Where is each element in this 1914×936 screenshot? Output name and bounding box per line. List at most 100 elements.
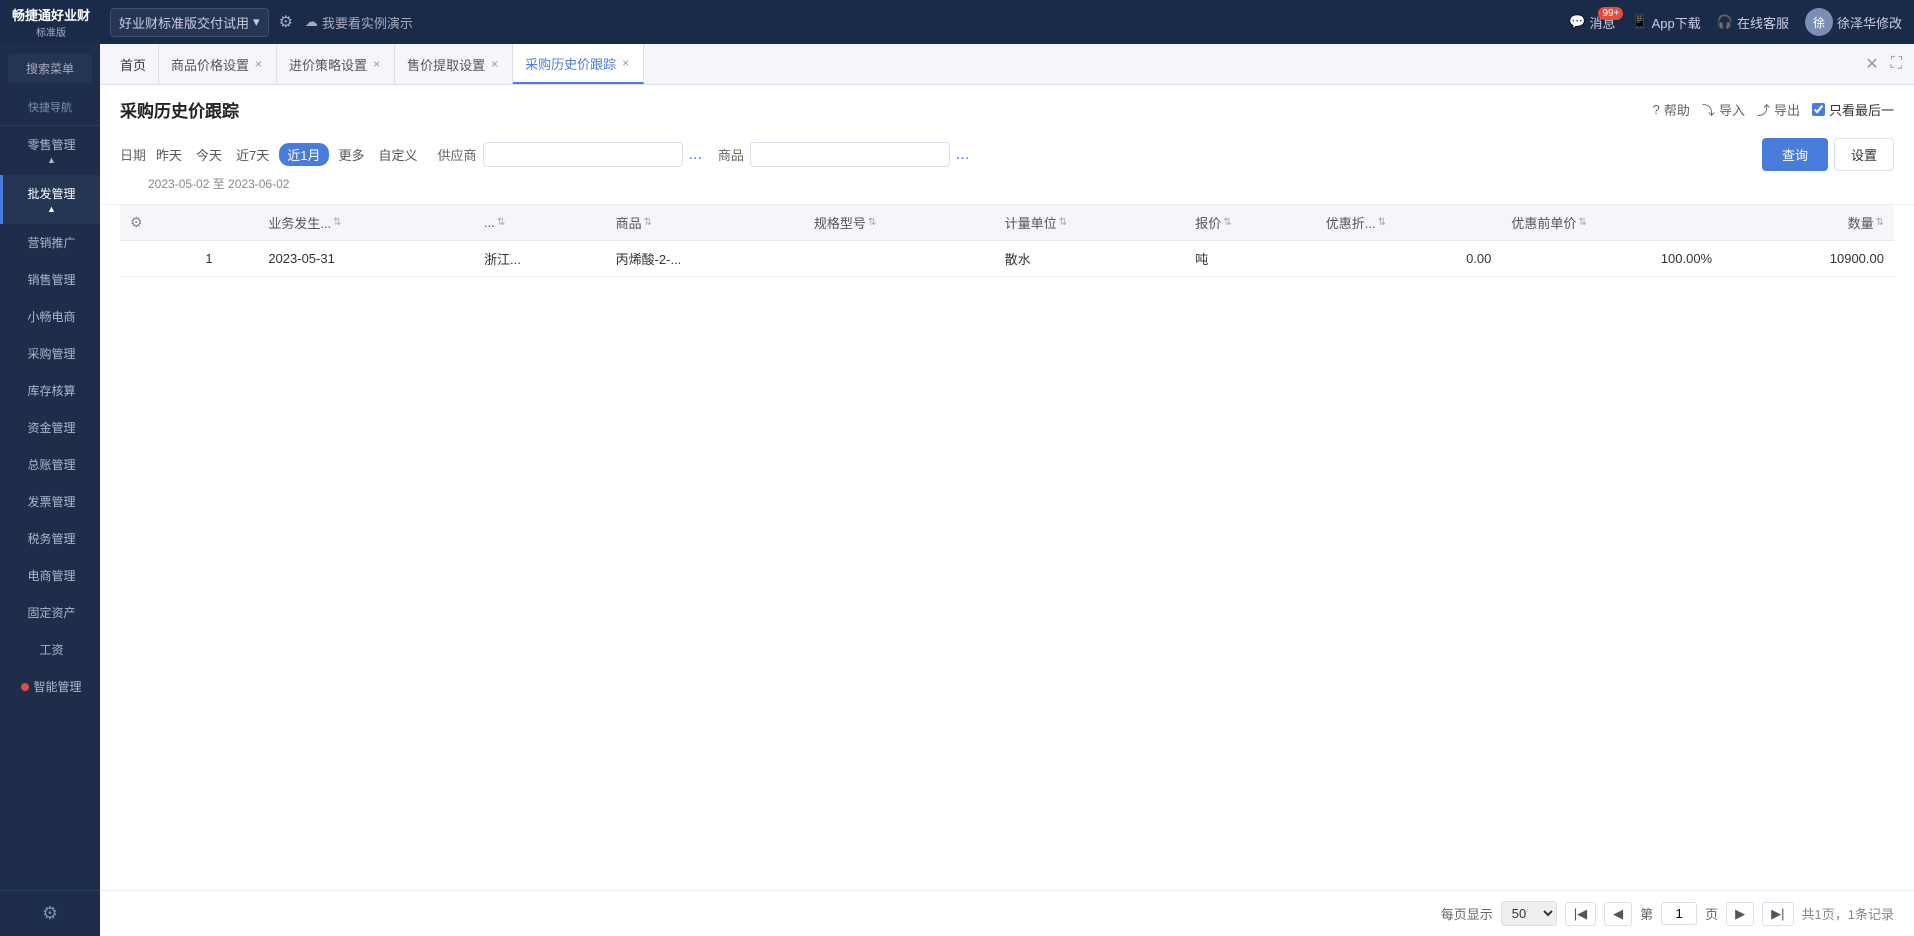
date-7days-btn[interactable]: 近7天 xyxy=(232,143,273,166)
search-menu-button[interactable]: 搜索菜单 xyxy=(8,54,92,83)
col-product-sort[interactable]: 商品 ⇅ xyxy=(616,213,652,232)
date-yesterday-btn[interactable]: 昨天 xyxy=(152,143,186,166)
sidebar-item-invoice[interactable]: 发票管理 xyxy=(0,483,100,520)
tab-purchase-strategy[interactable]: 进价策略设置 × xyxy=(277,44,395,84)
sort-date-icon: ⇅ xyxy=(333,217,341,228)
payroll-label: 工资 xyxy=(39,641,63,658)
sidebar-item-wholesale[interactable]: 批发管理 ▲ xyxy=(0,175,100,224)
date-today-btn[interactable]: 今天 xyxy=(192,143,226,166)
product-input[interactable] xyxy=(750,142,950,167)
app-download-button[interactable]: 📱 App下载 xyxy=(1631,13,1700,32)
col-quantity-sort[interactable]: 数量 ⇅ xyxy=(1848,213,1884,232)
date-custom-btn[interactable]: 自定义 xyxy=(375,143,422,166)
date-more-btn[interactable]: 更多 xyxy=(335,143,369,166)
export-label: 导出 xyxy=(1774,100,1800,119)
col-price-sort[interactable]: 报价 ⇅ xyxy=(1195,213,1231,232)
online-service-button[interactable]: 🎧 在线客服 xyxy=(1717,13,1789,32)
sort-dots-icon: ⇅ xyxy=(497,217,505,228)
date-range: 2023-05-02 至 2023-06-02 xyxy=(148,175,1894,192)
smart-dot-icon xyxy=(21,683,29,691)
tax-label: 税务管理 xyxy=(27,530,75,547)
col-date[interactable]: 业务发生... ⇅ xyxy=(258,205,474,241)
cell-spec xyxy=(804,241,995,277)
sidebar-item-marketing[interactable]: 营销推广 xyxy=(0,224,100,261)
tab-purchase-history[interactable]: 采购历史价跟踪 × xyxy=(513,44,644,84)
sidebar-item-finance[interactable]: 资金管理 xyxy=(0,409,100,446)
sidebar-settings-button[interactable]: ⚙ xyxy=(42,903,58,924)
first-page-button[interactable]: |◀ xyxy=(1565,902,1596,926)
import-button[interactable]: ⤵ 导入 xyxy=(1702,100,1745,119)
only-last-checkbox[interactable] xyxy=(1812,103,1825,116)
col-dots-sort[interactable]: ... ⇅ xyxy=(484,215,505,230)
smart-label: 智能管理 xyxy=(33,678,81,695)
message-button[interactable]: 💬 消息 99+ xyxy=(1569,13,1615,32)
next-page-button[interactable]: ▶ xyxy=(1726,902,1754,926)
col-date-sort[interactable]: 业务发生... ⇅ xyxy=(268,213,341,232)
col-quantity[interactable]: 数量 ⇅ xyxy=(1722,205,1894,241)
sidebar-item-purchase[interactable]: 采购管理 xyxy=(0,335,100,372)
supplier-input[interactable] xyxy=(483,142,683,167)
sidebar-item-ecommerce[interactable]: 电商管理 xyxy=(0,557,100,594)
sidebar-item-mini-ecommerce[interactable]: 小畅电商 xyxy=(0,298,100,335)
prev-page-button[interactable]: ◀ xyxy=(1604,902,1632,926)
tab-bar-end: ✕ ⛶ xyxy=(1861,50,1906,78)
sidebar-item-payroll[interactable]: 工资 xyxy=(0,631,100,668)
tab-purchase-strategy-close[interactable]: × xyxy=(371,58,382,70)
sidebar-item-general-ledger[interactable]: 总账管理 xyxy=(0,446,100,483)
tab-sale-price[interactable]: 售价提取设置 × xyxy=(395,44,513,84)
per-page-select[interactable]: 50 10 20 100 xyxy=(1501,901,1557,926)
tab-sale-price-label: 售价提取设置 xyxy=(407,55,485,74)
settings-button[interactable]: 设置 xyxy=(1834,138,1894,171)
tab-product-price[interactable]: 商品价格设置 × xyxy=(159,44,277,84)
user-menu-button[interactable]: 徐 徐泽华修改 xyxy=(1805,8,1902,36)
sort-price-icon: ⇅ xyxy=(1223,217,1231,228)
cell-unit: 散水 xyxy=(995,241,1186,277)
tab-expand-button[interactable]: ⛶ xyxy=(1887,51,1906,77)
last-page-button[interactable]: ▶| xyxy=(1762,902,1793,926)
col-product[interactable]: 商品 ⇅ xyxy=(606,205,804,241)
col-discount[interactable]: 优惠折... ⇅ xyxy=(1316,205,1502,241)
tab-product-price-close[interactable]: × xyxy=(253,58,264,70)
col-unit-sort[interactable]: 计量单位 ⇅ xyxy=(1005,213,1067,232)
demo-button[interactable]: ☁ 我要看实例演示 xyxy=(305,13,413,32)
version-select[interactable]: 好业财标准版交付试用 ▾ xyxy=(110,8,269,37)
supplier-dots[interactable]: ... xyxy=(689,146,702,164)
filter-row: 日期 昨天 今天 近7天 近1月 更多 自定义 供应商 ... 商品 xyxy=(120,138,1894,171)
cloud-icon: ☁ xyxy=(305,14,318,30)
top-settings-button[interactable]: ⚙ xyxy=(275,8,297,36)
col-pre-discount-sort[interactable]: 优惠前单价 ⇅ xyxy=(1511,213,1586,232)
main-layout: 搜索菜单 快捷导航 零售管理 ▲ 批发管理 ▲ 营销推广 销售管理 小畅电商 采… xyxy=(0,44,1914,936)
sidebar-item-fixed-assets[interactable]: 固定资产 xyxy=(0,594,100,631)
app-download-label: App下载 xyxy=(1652,13,1701,32)
export-button[interactable]: ⤴ 导出 xyxy=(1757,100,1800,119)
col-spec[interactable]: 规格型号 ⇅ xyxy=(804,205,995,241)
cell-pre-discount-price: 10900.00 xyxy=(1722,241,1894,277)
sidebar-item-smart[interactable]: 智能管理 xyxy=(0,668,100,705)
fixed-assets-label: 固定资产 xyxy=(27,604,75,621)
retail-label: 零售管理 xyxy=(27,136,75,153)
query-button[interactable]: 查询 xyxy=(1762,138,1828,171)
date-1month-btn[interactable]: 近1月 xyxy=(279,143,328,166)
col-dots[interactable]: ... ⇅ xyxy=(474,205,606,241)
finance-label: 资金管理 xyxy=(27,419,75,436)
sidebar-item-retail[interactable]: 零售管理 ▲ xyxy=(0,126,100,175)
gear-icon[interactable]: ⚙ xyxy=(130,214,143,230)
col-pre-discount-price[interactable]: 优惠前单价 ⇅ xyxy=(1501,205,1722,241)
tab-sale-price-close[interactable]: × xyxy=(489,58,500,70)
tab-home[interactable]: 首页 xyxy=(108,44,159,84)
col-spec-sort[interactable]: 规格型号 ⇅ xyxy=(814,213,876,232)
smart-row: 智能管理 xyxy=(21,678,81,695)
tab-purchase-history-close[interactable]: × xyxy=(620,57,631,69)
sidebar-item-tax[interactable]: 税务管理 xyxy=(0,520,100,557)
col-price[interactable]: 报价 ⇅ xyxy=(1185,205,1316,241)
tab-close-all-button[interactable]: ✕ xyxy=(1861,50,1882,78)
product-dots[interactable]: ... xyxy=(956,146,969,164)
sidebar-item-inventory[interactable]: 库存核算 xyxy=(0,372,100,409)
help-button[interactable]: ? 帮助 xyxy=(1653,100,1690,119)
page-number-input[interactable] xyxy=(1661,902,1697,925)
col-discount-sort[interactable]: 优惠折... ⇅ xyxy=(1326,213,1386,232)
app-logo: 畅捷通好业财 标准版 xyxy=(12,5,90,39)
sidebar-item-sales[interactable]: 销售管理 xyxy=(0,261,100,298)
help-label: 帮助 xyxy=(1664,100,1690,119)
col-unit[interactable]: 计量单位 ⇅ xyxy=(995,205,1186,241)
